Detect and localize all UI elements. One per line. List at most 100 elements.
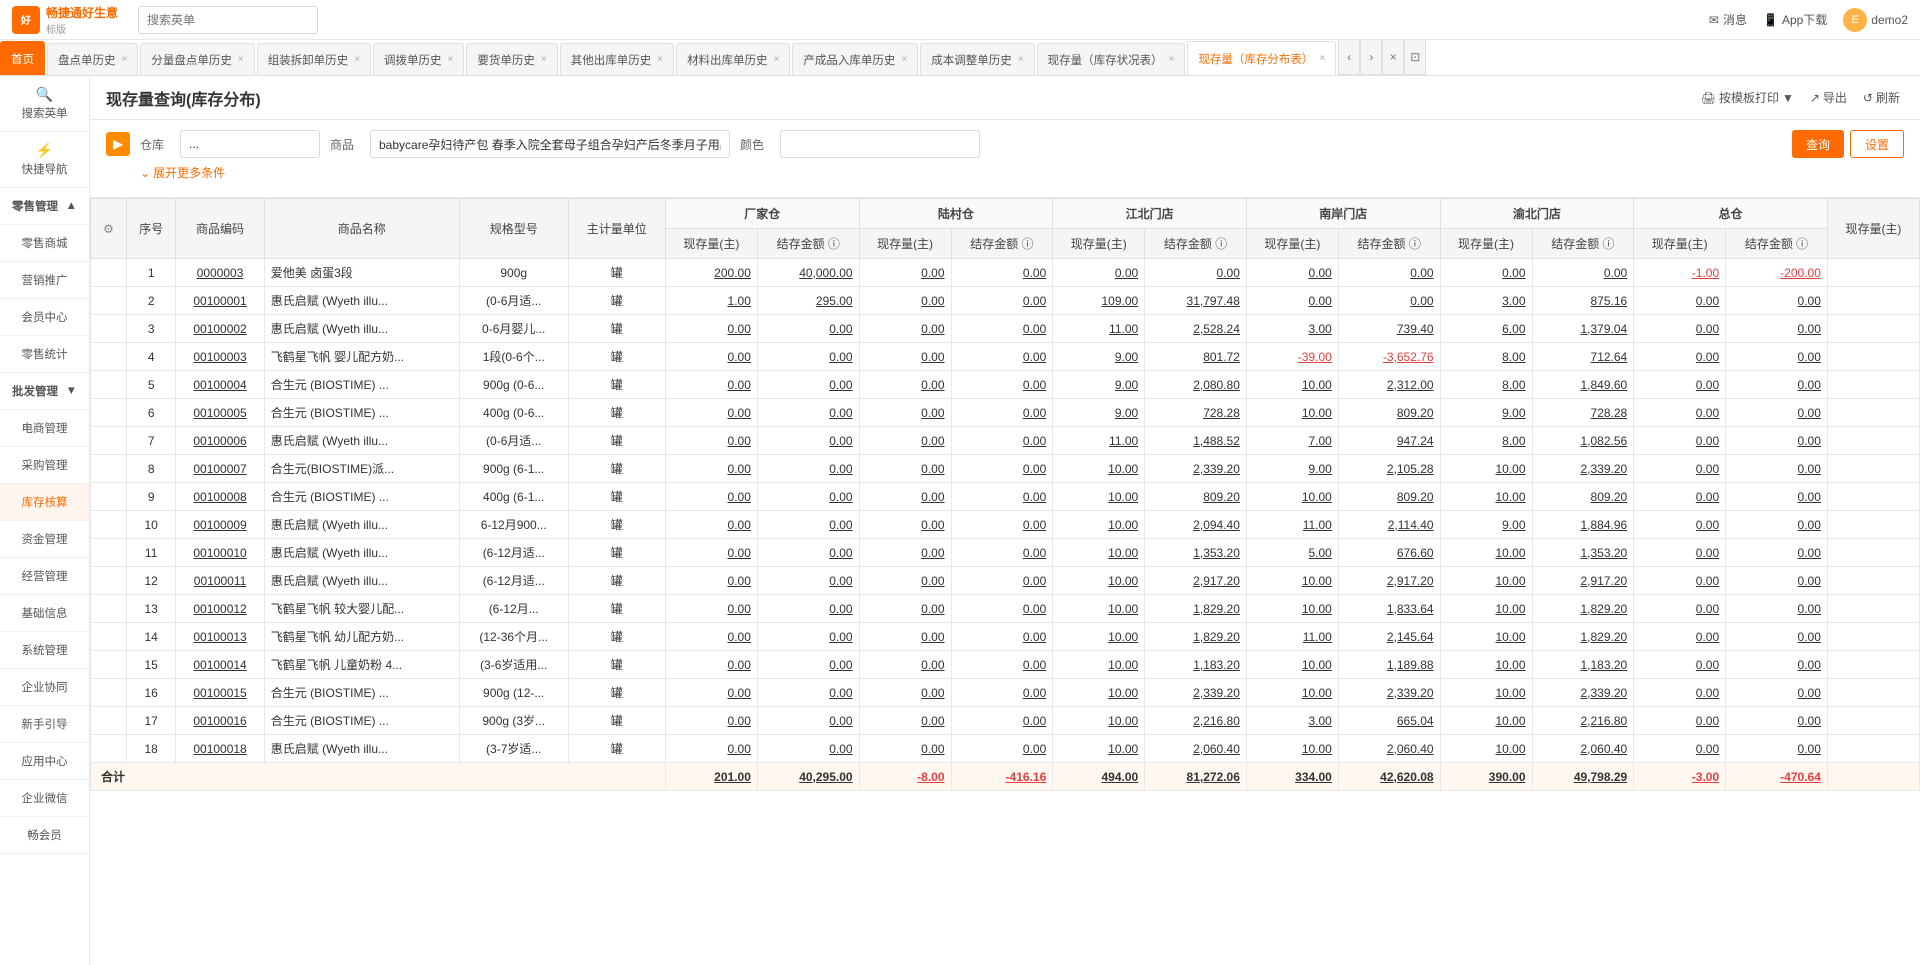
th-na-amt: 结存金额 ⓘ (1338, 229, 1440, 259)
sidebar-item-basic[interactable]: 基础信息 (0, 595, 89, 632)
sidebar-item-management[interactable]: 经营管理 (0, 558, 89, 595)
print-btn[interactable]: 🖨 按模板打印 ▼ (1697, 87, 1798, 108)
logo-sub: 标版 (46, 21, 118, 36)
tab-11[interactable]: 现存量（库存分布表） × (1187, 41, 1336, 75)
th-tot-qty: 现存量(主) (1634, 229, 1726, 259)
th-yubei: 渝北门店 (1440, 199, 1634, 229)
query-btn[interactable]: 查询 (1792, 130, 1844, 158)
table-row: 12 00100011 惠氏启赋 (Wyeth illu... (6-12月适.… (91, 567, 1920, 595)
tab-9[interactable]: 成本调整单历史 × (920, 43, 1034, 75)
sidebar-item-member[interactable]: 会员中心 (0, 299, 89, 336)
tab-8[interactable]: 产成品入库单历史 × (792, 43, 918, 75)
table-row: 13 00100012 飞鹤星飞帆 较大婴儿配... (6-12月... 罐 0… (91, 595, 1920, 623)
content-area: 现存量查询(库存分布) 🖨 按模板打印 ▼ ↗ 导出 ↺ 刷新 (90, 76, 1920, 965)
message-btn[interactable]: ✉ 消息 (1709, 11, 1747, 28)
gear-icon[interactable]: ⚙ (103, 222, 114, 236)
tab-7[interactable]: 材料出库单历史 × (676, 43, 790, 75)
tab-3[interactable]: 组装拆卸单历史 × (257, 43, 371, 75)
expand-conditions-btn[interactable]: ⌄ 展开更多条件 (140, 164, 225, 181)
th-total: 总仓 (1634, 199, 1828, 229)
th-jiangbei: 江北门店 (1053, 199, 1247, 229)
chevron-up-icon: ▲ (66, 200, 77, 212)
sidebar-item-wholesale[interactable]: 批发管理 ▼ (0, 373, 89, 410)
sidebar-item-retail[interactable]: 零售管理 ▲ (0, 188, 89, 225)
th-code: 商品编码 (176, 199, 264, 259)
tab-5[interactable]: 要货单历史 × (466, 43, 557, 75)
goods-input[interactable] (370, 130, 730, 158)
sidebar-item-nav[interactable]: ⚡ 快捷导航 (0, 132, 89, 188)
color-input[interactable] (780, 130, 980, 158)
table-row: 2 00100001 惠氏启赋 (Wyeth illu... (0-6月适...… (91, 287, 1920, 315)
sidebar-item-guide[interactable]: 新手引导 (0, 706, 89, 743)
tab-next-btn[interactable]: › (1360, 40, 1382, 75)
chevron-down-icon: ▼ (66, 385, 77, 397)
th-unit: 主计量单位 (568, 199, 665, 259)
top-bar: 好 畅捷通好生意 标版 ✉ 消息 📱 App下载 E demo2 (0, 0, 1920, 40)
tab-4[interactable]: 调拨单历史 × (373, 43, 464, 75)
summary-na-qty: 334.00 (1246, 763, 1338, 791)
sidebar-item-purchase[interactable]: 采购管理 (0, 447, 89, 484)
sidebar-item-retail-stat[interactable]: 零售统计 (0, 336, 89, 373)
table-row: 6 00100005 合生元 (BIOSTIME) ... 400g (0-6.… (91, 399, 1920, 427)
filter-row-1: ▶ 仓库 商品 颜色 查询 设置 (106, 130, 1904, 158)
chevron-down-small-icon: ⌄ (140, 166, 150, 180)
tab-2[interactable]: 分量盘点单历史 × (140, 43, 254, 75)
sidebar-item-wechat[interactable]: 企业微信 (0, 780, 89, 817)
search-input[interactable] (138, 6, 318, 34)
tab-prev-btn[interactable]: ‹ (1338, 40, 1360, 75)
sidebar-item-collab[interactable]: 企业协同 (0, 669, 89, 706)
sidebar-item-inventory[interactable]: 库存核算 (0, 484, 89, 521)
sidebar-item-member2[interactable]: 畅会员 (0, 817, 89, 854)
filter-toggle-btn[interactable]: ▶ (106, 132, 130, 156)
tab-menu-btn[interactable]: ⊡ (1404, 40, 1426, 75)
sidebar-item-mall[interactable]: 零售商城 (0, 225, 89, 262)
tab-10[interactable]: 现存量（库存状况表） × (1037, 43, 1186, 75)
th-spec: 规格型号 (459, 199, 568, 259)
sidebar-item-ecom[interactable]: 电商管理 (0, 410, 89, 447)
summary-l-amt: -416.16 (951, 763, 1053, 791)
avatar: E (1843, 8, 1867, 32)
summary-label: 合计 (91, 763, 666, 791)
table-row: 4 00100003 飞鹤星飞帆 婴儿配方奶... 1段(0-6个... 罐 0… (91, 343, 1920, 371)
sidebar-item-marketing[interactable]: 营销推广 (0, 262, 89, 299)
search-icon: 🔍 (0, 86, 89, 103)
filter-area: ▶ 仓库 商品 颜色 查询 设置 ⌄ 展开更多条件 (90, 120, 1920, 198)
filter-row-expand: ⌄ 展开更多条件 (106, 164, 1904, 181)
color-label: 颜色 (740, 136, 770, 153)
data-table: ⚙ 序号 商品编码 商品名称 规格型号 主计量单位 厂家仓 陆村仓 江北门店 南… (90, 198, 1920, 791)
table-row: 8 00100007 合生元(BIOSTIME)派... 900g (6-1..… (91, 455, 1920, 483)
warehouse-label: 仓库 (140, 136, 170, 153)
logo-icon: 好 (12, 6, 40, 34)
sidebar: 🔍 搜索英单 ⚡ 快捷导航 零售管理 ▲ 零售商城 营销推广 会员中心 零售统计… (0, 76, 90, 965)
summary-l-qty: -8.00 (859, 763, 951, 791)
summary-yb-amt: 49,798.29 (1532, 763, 1634, 791)
sidebar-item-system[interactable]: 系统管理 (0, 632, 89, 669)
nav-icon: ⚡ (0, 142, 89, 159)
user-info[interactable]: E demo2 (1843, 8, 1908, 32)
set-btn[interactable]: 设置 (1850, 130, 1904, 158)
table-row: 15 00100014 飞鹤星飞帆 儿童奶粉 4... (3-6岁适用... 罐… (91, 651, 1920, 679)
sidebar-item-search[interactable]: 🔍 搜索英单 (0, 76, 89, 132)
warehouse-input[interactable] (180, 130, 320, 158)
export-btn[interactable]: ↗ 导出 (1806, 87, 1851, 108)
refresh-btn[interactable]: ↺ 刷新 (1859, 87, 1904, 108)
summary-f-qty: 201.00 (665, 763, 757, 791)
sidebar-item-apps[interactable]: 应用中心 (0, 743, 89, 780)
summary-na-amt: 42,620.08 (1338, 763, 1440, 791)
tab-6[interactable]: 其他出库单历史 × (560, 43, 674, 75)
tab-1[interactable]: 盘点单历史 × (47, 43, 138, 75)
th-gear[interactable]: ⚙ (91, 199, 127, 259)
summary-tot-qty: -3.00 (1634, 763, 1726, 791)
header-actions: 🖨 按模板打印 ▼ ↗ 导出 ↺ 刷新 (1697, 87, 1904, 108)
th-f-qty: 现存量(主) (665, 229, 757, 259)
tab-close-all-btn[interactable]: × (1382, 40, 1404, 75)
th-jb-qty: 现存量(主) (1053, 229, 1145, 259)
summary-tot-amt: -470.64 (1726, 763, 1828, 791)
table-row: 11 00100010 惠氏启赋 (Wyeth illu... (6-12月适.… (91, 539, 1920, 567)
app-download-btn[interactable]: 📱 App下载 (1763, 11, 1827, 28)
th-jb-amt: 结存金额 ⓘ (1145, 229, 1247, 259)
tab-home[interactable]: 首页 (0, 41, 45, 75)
sidebar-item-finance[interactable]: 资金管理 (0, 521, 89, 558)
th-yb-amt: 结存金额 ⓘ (1532, 229, 1634, 259)
print-dropdown-icon: ▼ (1782, 91, 1794, 105)
